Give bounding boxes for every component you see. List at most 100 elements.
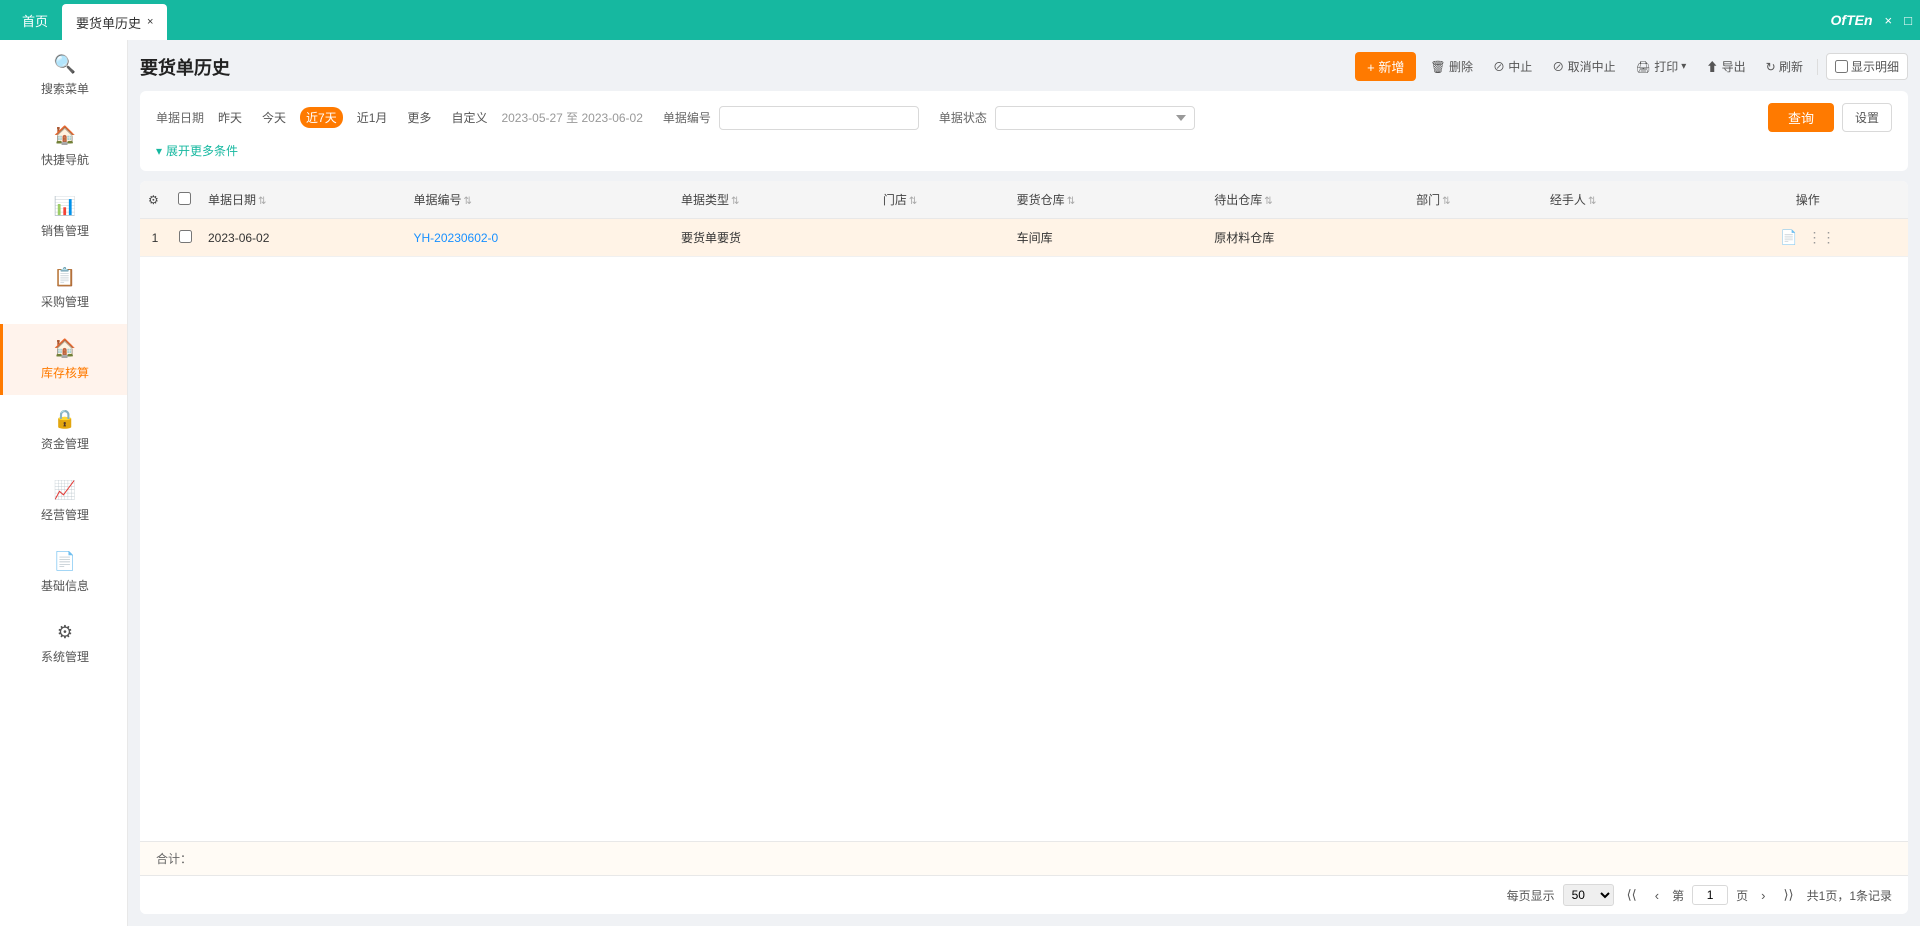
shortcut-today[interactable]: 今天 xyxy=(256,107,292,128)
row-number: YH-20230602-0 xyxy=(406,219,673,257)
query-button[interactable]: 查询 xyxy=(1768,103,1834,132)
sidebar-item-inventory[interactable]: 🏠 库存核算 xyxy=(0,324,127,395)
display-detail-checkbox[interactable] xyxy=(1835,60,1848,73)
table-settings-col[interactable]: ⚙ xyxy=(140,181,170,219)
search-menu-icon: 🔍 xyxy=(54,54,76,75)
sidebar-item-search-menu[interactable]: 🔍 搜索菜单 xyxy=(0,40,127,111)
bill-number-input[interactable] xyxy=(719,106,919,130)
row-pending-warehouse: 原材料仓库 xyxy=(1206,219,1408,257)
status-select[interactable] xyxy=(995,106,1195,130)
bill-number-label: 单据编号 xyxy=(663,109,711,126)
print-button[interactable]: 🖨 打印 ▾ xyxy=(1630,54,1693,79)
status-filter-group: 单据状态 xyxy=(939,106,1195,130)
sidebar-item-label: 资金管理 xyxy=(41,435,89,452)
main-layout: 🔍 搜索菜单 🏠 快捷导航 📊 销售管理 📋 采购管理 🏠 库存核算 🔒 资金管… xyxy=(0,40,1920,926)
top-bar-right: OfTEn × □ xyxy=(1831,12,1912,28)
window-close-icon[interactable]: × xyxy=(1885,13,1893,28)
row-dept xyxy=(1408,219,1542,257)
window-maximize-icon[interactable]: □ xyxy=(1904,13,1912,28)
sidebar-item-label: 库存核算 xyxy=(41,364,89,381)
filter-row-expand: ▾ 展开更多条件 xyxy=(156,142,1892,159)
row-index: 1 xyxy=(140,219,170,257)
total-info: 共1页，1条记录 xyxy=(1807,887,1892,904)
cancel-stop-button[interactable]: ⊘ 取消中止 xyxy=(1546,54,1621,79)
sidebar-item-label: 快捷导航 xyxy=(41,151,89,168)
select-all-checkbox[interactable] xyxy=(178,192,191,205)
col-handler: 经手人⇅ xyxy=(1542,181,1708,219)
add-button[interactable]: + 新增 xyxy=(1355,52,1416,81)
col-req-warehouse: 要货仓库⇅ xyxy=(1009,181,1207,219)
sidebar-item-purchase[interactable]: 📋 采购管理 xyxy=(0,253,127,324)
table-header: ⚙ 单据日期⇅ 单据编号⇅ 单据类型⇅ 门店⇅ 要货仓库⇅ 待出仓库⇅ 部门⇅ … xyxy=(140,181,1908,219)
sidebar: 🔍 搜索菜单 🏠 快捷导航 📊 销售管理 📋 采购管理 🏠 库存核算 🔒 资金管… xyxy=(0,40,128,926)
shortcut-custom[interactable]: 自定义 xyxy=(445,107,493,128)
date-filter-group: 单据日期 昨天 今天 近7天 近1月 更多 自定义 2023-05-27 至 2… xyxy=(156,107,643,128)
display-detail-button[interactable]: 显示明细 xyxy=(1826,53,1908,80)
page-label-first: 第 xyxy=(1672,887,1684,904)
page-label-last: 页 xyxy=(1736,887,1748,904)
toolbar-divider xyxy=(1817,59,1818,75)
row-req-warehouse: 车间库 xyxy=(1009,219,1207,257)
close-tab-icon[interactable]: × xyxy=(147,16,153,28)
table-checkbox-col xyxy=(170,181,200,219)
col-date: 单据日期⇅ xyxy=(200,181,406,219)
app-name: OfTEn xyxy=(1831,12,1873,28)
pagination-bar: 每页显示 50 20 100 ⟨⟨ ‹ 第 页 › ⟩⟩ 共1页，1条记录 xyxy=(140,875,1908,914)
shortcut-7days[interactable]: 近7天 xyxy=(300,107,343,128)
sidebar-item-operations[interactable]: 📈 经营管理 xyxy=(0,466,127,537)
first-page-button[interactable]: ⟨⟨ xyxy=(1622,885,1642,905)
page-number-input[interactable] xyxy=(1692,885,1728,905)
system-icon: ⚙ xyxy=(57,622,73,643)
sidebar-item-system[interactable]: ⚙ 系统管理 xyxy=(0,608,127,679)
expand-more-icon: ▾ xyxy=(156,144,162,158)
date-range-display: 2023-05-27 至 2023-06-02 xyxy=(501,109,642,126)
prev-page-button[interactable]: ‹ xyxy=(1650,886,1664,905)
status-label: 单据状态 xyxy=(939,109,987,126)
row-checkbox-cell xyxy=(170,219,200,257)
shortcut-yesterday[interactable]: 昨天 xyxy=(212,107,248,128)
expand-more-btn[interactable]: ▾ 展开更多条件 xyxy=(156,142,238,159)
row-checkbox[interactable] xyxy=(179,230,192,243)
bill-number-link[interactable]: YH-20230602-0 xyxy=(414,231,499,245)
sidebar-item-basic-info[interactable]: 📄 基础信息 xyxy=(0,537,127,608)
row-more-icon[interactable]: ⋮⋮ xyxy=(1806,227,1838,248)
per-page-select[interactable]: 50 20 100 xyxy=(1563,884,1614,906)
next-page-button[interactable]: › xyxy=(1756,886,1770,905)
tab-requisition-history[interactable]: 要货单历史 × xyxy=(62,4,167,40)
refresh-button[interactable]: ↻ 刷新 xyxy=(1760,54,1809,79)
row-store xyxy=(875,219,1009,257)
page-title: 要货单历史 xyxy=(140,54,230,80)
export-button[interactable]: ⬆ 导出 xyxy=(1700,54,1751,79)
tab-home[interactable]: 首页 xyxy=(8,0,62,40)
sidebar-item-quick-nav[interactable]: 🏠 快捷导航 xyxy=(0,111,127,182)
sidebar-item-label: 经营管理 xyxy=(41,506,89,523)
page-header: 要货单历史 + 新增 🗑 删除 ⊘ 中止 ⊘ 取消中止 🖨 打印 ▾ ⬆ 导出 … xyxy=(140,52,1908,81)
shortcut-1month[interactable]: 近1月 xyxy=(351,107,394,128)
sidebar-item-label: 基础信息 xyxy=(41,577,89,594)
stop-button[interactable]: ⊘ 中止 xyxy=(1487,54,1538,79)
sidebar-item-label: 采购管理 xyxy=(41,293,89,310)
quick-nav-icon: 🏠 xyxy=(54,125,76,146)
delete-button[interactable]: 🗑 删除 xyxy=(1424,54,1479,79)
date-label: 单据日期 xyxy=(156,109,204,126)
col-dept: 部门⇅ xyxy=(1408,181,1542,219)
sales-icon: 📊 xyxy=(54,196,76,217)
sidebar-item-finance[interactable]: 🔒 资金管理 xyxy=(0,395,127,466)
basic-info-icon: 📄 xyxy=(54,551,76,572)
col-action: 操作 xyxy=(1708,181,1908,219)
col-store: 门店⇅ xyxy=(875,181,1009,219)
per-page-label: 每页显示 xyxy=(1507,887,1555,904)
operations-icon: 📈 xyxy=(54,480,76,501)
content-area: 要货单历史 + 新增 🗑 删除 ⊘ 中止 ⊘ 取消中止 🖨 打印 ▾ ⬆ 导出 … xyxy=(128,40,1920,926)
sidebar-item-label: 系统管理 xyxy=(41,648,89,665)
sidebar-item-label: 销售管理 xyxy=(41,222,89,239)
row-date: 2023-06-02 xyxy=(200,219,406,257)
inventory-icon: 🏠 xyxy=(54,338,76,359)
sidebar-item-sales[interactable]: 📊 销售管理 xyxy=(0,182,127,253)
last-page-button[interactable]: ⟩⟩ xyxy=(1778,885,1798,905)
table-row: 1 2023-06-02 YH-20230602-0 要货单要货 车间库 原材料… xyxy=(140,219,1908,257)
settings-button[interactable]: 设置 xyxy=(1842,103,1892,132)
row-edit-icon[interactable]: 📄 xyxy=(1778,227,1799,248)
data-table: ⚙ 单据日期⇅ 单据编号⇅ 单据类型⇅ 门店⇅ 要货仓库⇅ 待出仓库⇅ 部门⇅ … xyxy=(140,181,1908,257)
shortcut-more[interactable]: 更多 xyxy=(401,107,437,128)
